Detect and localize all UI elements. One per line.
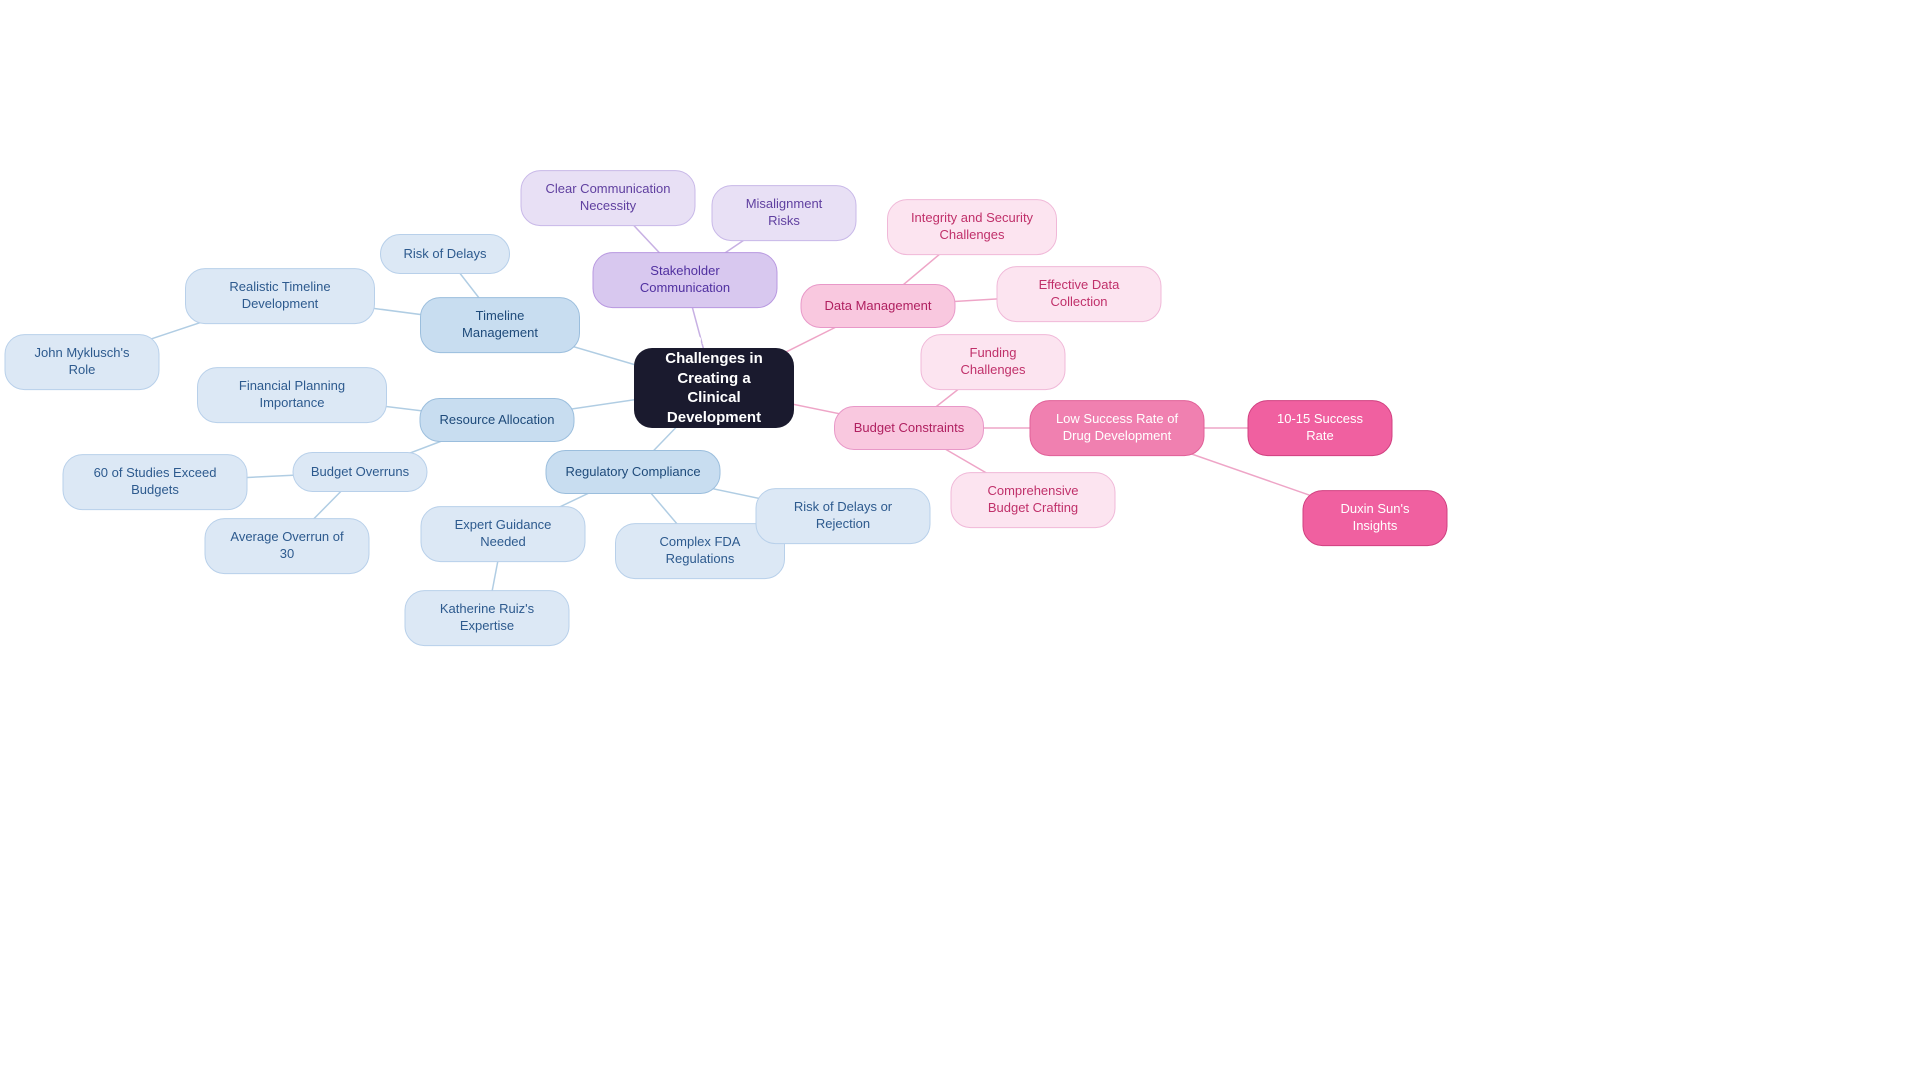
- mindmap: Common Challenges in Creating a Clinical…: [0, 0, 1920, 1083]
- center-node: Common Challenges in Creating a Clinical…: [634, 348, 794, 428]
- timeline-mgmt: Timeline Management: [420, 297, 580, 353]
- funding-challenges: Funding Challenges: [921, 334, 1066, 390]
- resource-alloc: Resource Allocation: [420, 398, 575, 442]
- regulatory: Regulatory Compliance: [546, 450, 721, 494]
- duxin-sun: Duxin Sun's Insights: [1303, 490, 1448, 546]
- financial-planning: Financial Planning Importance: [197, 367, 387, 423]
- katherine-ruiz: Katherine Ruiz's Expertise: [405, 590, 570, 646]
- risk-delays-left: Risk of Delays: [380, 234, 510, 274]
- budget-overruns: Budget Overruns: [293, 452, 428, 492]
- expert-guidance: Expert Guidance Needed: [421, 506, 586, 562]
- 10-15-success: 10-15 Success Rate: [1248, 400, 1393, 456]
- low-success: Low Success Rate of Drug Development: [1030, 400, 1205, 456]
- budget-constraints: Budget Constraints: [834, 406, 984, 450]
- comprehensive-budget: Comprehensive Budget Crafting: [951, 472, 1116, 528]
- misalignment: Misalignment Risks: [712, 185, 857, 241]
- clear-comm: Clear Communication Necessity: [521, 170, 696, 226]
- effective-data: Effective Data Collection: [997, 266, 1162, 322]
- avg-overrun: Average Overrun of 30: [205, 518, 370, 574]
- data-mgmt: Data Management: [801, 284, 956, 328]
- stakeholder-comm: Stakeholder Communication: [593, 252, 778, 308]
- john-myklusch: John Myklusch's Role: [5, 334, 160, 390]
- 60-studies: 60 of Studies Exceed Budgets: [63, 454, 248, 510]
- integrity-security: Integrity and Security Challenges: [887, 199, 1057, 255]
- risk-delay-reject: Risk of Delays or Rejection: [756, 488, 931, 544]
- realistic-timeline: Realistic Timeline Development: [185, 268, 375, 324]
